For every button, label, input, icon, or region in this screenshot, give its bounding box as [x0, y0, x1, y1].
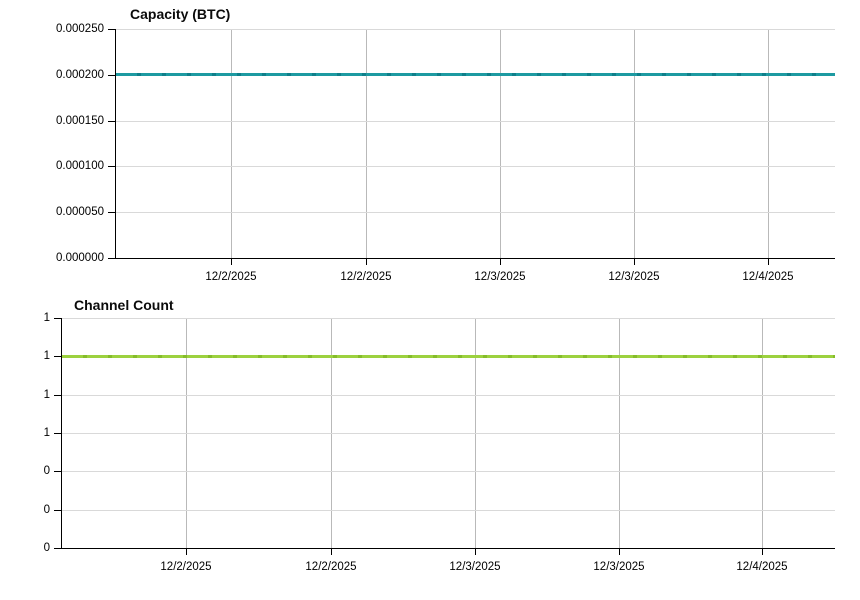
channel-count-plot-area[interactable]: 1 1 1 1 0 0 0 12/2/2025 12/2/2025 12/3/2025 12/3/2… — [44, 312, 835, 573]
capacity-x-tick-mark — [500, 258, 501, 265]
capacity-y-tick-mark — [108, 212, 115, 213]
channel-count-x-tick-mark — [475, 548, 476, 555]
capacity-x-tick-mark — [768, 258, 769, 265]
capacity-x-tick-mark — [634, 258, 635, 265]
channel-count-y-tick-label: 1 — [43, 389, 50, 401]
capacity-y-tick-mark — [108, 121, 115, 122]
capacity-series-line[interactable] — [116, 73, 835, 76]
capacity-vertical-gridline — [366, 29, 367, 258]
capacity-y-tick-label: 0.000050 — [56, 206, 104, 218]
capacity-x-tick-label: 12/3/2025 — [608, 271, 660, 283]
capacity-x-tick-label: 12/2/2025 — [340, 271, 392, 283]
capacity-x-tick-mark — [231, 258, 232, 265]
channel-count-x-tick-mark — [619, 548, 620, 555]
capacity-vertical-gridline — [634, 29, 635, 258]
capacity-x-tick-label: 12/3/2025 — [474, 271, 526, 283]
capacity-y-tick-mark — [108, 166, 115, 167]
capacity-y-tick-label: 0.000000 — [56, 252, 104, 264]
capacity-vertical-gridline — [231, 29, 232, 258]
channel-count-y-tick-label: 0 — [43, 504, 50, 516]
capacity-horizontal-gridline — [116, 166, 835, 167]
channel-count-series-line[interactable] — [62, 355, 835, 358]
channel-count-x-tick-label: 12/4/2025 — [736, 561, 788, 573]
capacity-y-tick-label: 0.000250 — [56, 23, 104, 35]
capacity-x-tick-label: 12/4/2025 — [742, 271, 794, 283]
capacity-horizontal-gridline — [116, 212, 835, 213]
capacity-x-tick-mark — [366, 258, 367, 265]
channel-count-horizontal-gridline — [62, 510, 835, 511]
capacity-y-tick-label: 0.000150 — [56, 115, 104, 127]
channel-count-x-tick-label: 12/3/2025 — [449, 561, 501, 573]
channel-count-y-tick-label: 1 — [43, 312, 50, 324]
channel-count-horizontal-gridline — [62, 433, 835, 434]
channel-count-y-tick-mark — [54, 395, 61, 396]
channel-count-horizontal-gridline — [62, 395, 835, 396]
channel-count-y-tick-label: 0 — [43, 465, 50, 477]
capacity-vertical-gridline — [768, 29, 769, 258]
channel-count-y-tick-label: 0 — [43, 542, 50, 554]
channel-count-y-tick-mark — [54, 510, 61, 511]
capacity-plot-area[interactable]: 0.000250 0.000200 0.000150 0.000100 0.000050… — [56, 23, 835, 283]
channel-count-x-tick-mark — [186, 548, 187, 555]
capacity-vertical-gridline — [500, 29, 501, 258]
capacity-x-tick-label: 12/2/2025 — [205, 271, 257, 283]
channel-count-horizontal-gridline — [62, 471, 835, 472]
capacity-y-tick-mark — [108, 29, 115, 30]
capacity-chart-title: Capacity (BTC) — [130, 6, 231, 22]
channel-count-y-tick-label: 1 — [43, 427, 50, 439]
capacity-y-tick-mark — [108, 258, 115, 259]
capacity-y-tick-label: 0.000200 — [56, 69, 104, 81]
channel-count-chart-title: Channel Count — [74, 297, 174, 313]
channel-count-y-tick-label: 1 — [43, 350, 50, 362]
capacity-horizontal-gridline — [116, 29, 835, 30]
capacity-y-tick-mark — [108, 75, 115, 76]
channel-count-y-tick-mark — [54, 548, 61, 549]
channel-count-horizontal-gridline — [62, 318, 835, 319]
capacity-y-tick-label: 0.000100 — [56, 160, 104, 172]
channel-count-y-tick-mark — [54, 433, 61, 434]
channel-count-y-tick-mark — [54, 356, 61, 357]
channel-count-x-tick-label: 12/3/2025 — [593, 561, 645, 573]
channel-count-y-tick-mark — [54, 471, 61, 472]
channel-count-x-tick-label: 12/2/2025 — [305, 561, 357, 573]
channel-count-x-tick-mark — [331, 548, 332, 555]
capacity-horizontal-gridline — [116, 121, 835, 122]
channel-count-x-tick-mark — [762, 548, 763, 555]
channel-count-x-tick-label: 12/2/2025 — [160, 561, 212, 573]
channel-count-y-tick-mark — [54, 318, 61, 319]
